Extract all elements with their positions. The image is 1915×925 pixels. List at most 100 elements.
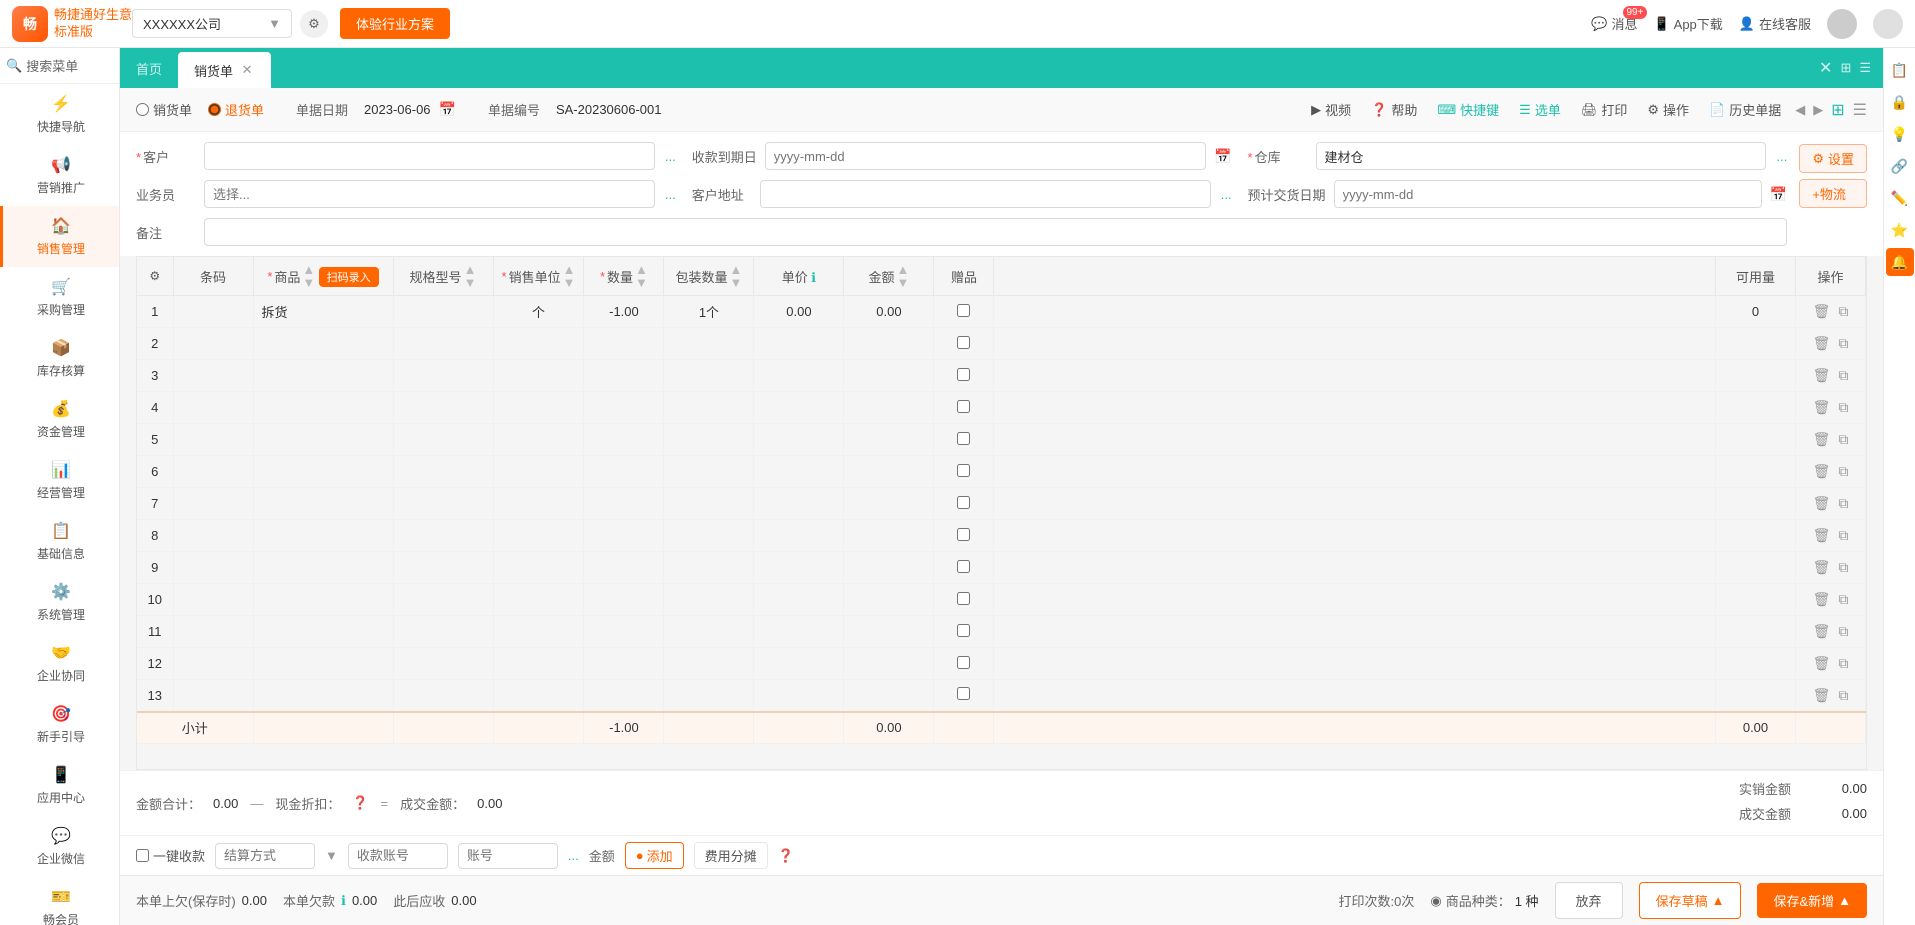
sidebar-item-marketing[interactable]: 📢 营销推广 bbox=[0, 145, 119, 206]
right-panel-link-icon[interactable]: 🔗 bbox=[1886, 152, 1914, 180]
sidebar-item-guide[interactable]: 🎯 新手引导 bbox=[0, 694, 119, 755]
delete-icon[interactable]: 🗑 bbox=[1813, 655, 1831, 672]
row-amount-10[interactable] bbox=[844, 584, 934, 616]
toolbar-select-btn[interactable]: ☰ 选单 bbox=[1513, 98, 1567, 121]
row-packqty-4[interactable] bbox=[664, 392, 754, 424]
row-packqty-2[interactable] bbox=[664, 328, 754, 360]
next-arrow-icon[interactable]: ▶ bbox=[1813, 102, 1823, 118]
warehouse-input[interactable] bbox=[1316, 142, 1767, 170]
address-dots-icon[interactable]: ... bbox=[1221, 187, 1232, 202]
radio-return-order[interactable]: 退货单 bbox=[208, 100, 264, 119]
row-amount-7[interactable] bbox=[844, 488, 934, 520]
tab-close-icon[interactable]: ✕ bbox=[239, 62, 255, 78]
app-download-button[interactable]: 📱 App下载 bbox=[1653, 14, 1722, 33]
copy-icon[interactable]: ⧉ bbox=[1838, 335, 1848, 352]
copy-icon[interactable]: ⧉ bbox=[1838, 431, 1848, 448]
row-gift-13[interactable] bbox=[934, 680, 994, 712]
row-amount-1[interactable]: 0.00 bbox=[844, 296, 934, 328]
row-product-4[interactable] bbox=[253, 392, 393, 424]
product-kind[interactable]: ◉ 商品种类： 1 种 bbox=[1430, 891, 1538, 910]
copy-icon[interactable]: ⧉ bbox=[1838, 687, 1848, 704]
toolbar-video-btn[interactable]: ▶ 视频 bbox=[1305, 98, 1357, 121]
row-product-5[interactable] bbox=[253, 424, 393, 456]
row-product-1[interactable]: 拆货 bbox=[253, 296, 393, 328]
row-packqty-10[interactable] bbox=[664, 584, 754, 616]
row-product-8[interactable] bbox=[253, 520, 393, 552]
sidebar-item-wechat[interactable]: 💬 企业微信 bbox=[0, 816, 119, 877]
row-unit-8[interactable] bbox=[493, 520, 584, 552]
row-qty-11[interactable] bbox=[584, 616, 664, 648]
online-service-button[interactable]: 👤 在线客服 bbox=[1739, 14, 1811, 33]
save-draft-button[interactable]: 保存草稿 ▲ bbox=[1639, 882, 1742, 919]
row-spec-5[interactable] bbox=[393, 424, 493, 456]
row-product-2[interactable] bbox=[253, 328, 393, 360]
row-price-13[interactable] bbox=[754, 680, 844, 712]
row-packqty-3[interactable] bbox=[664, 360, 754, 392]
row-spec-2[interactable] bbox=[393, 328, 493, 360]
row-gift-7[interactable] bbox=[934, 488, 994, 520]
row-gift-12[interactable] bbox=[934, 648, 994, 680]
row-product-9[interactable] bbox=[253, 552, 393, 584]
row-spec-10[interactable] bbox=[393, 584, 493, 616]
row-barcode-11[interactable] bbox=[173, 616, 253, 648]
right-panel-lock-icon[interactable]: 🔒 bbox=[1886, 88, 1914, 116]
abandon-button[interactable]: 放弃 bbox=[1555, 882, 1623, 919]
delete-icon[interactable]: 🗑 bbox=[1813, 367, 1831, 384]
row-amount-11[interactable] bbox=[844, 616, 934, 648]
one-click-payment-label[interactable]: 一键收款 bbox=[136, 846, 205, 865]
row-barcode-1[interactable] bbox=[173, 296, 253, 328]
salesperson-input[interactable] bbox=[204, 180, 655, 208]
delete-icon[interactable]: 🗑 bbox=[1813, 495, 1831, 512]
grid-view-icon[interactable]: ⊞ bbox=[1831, 100, 1844, 120]
delete-icon[interactable]: 🗑 bbox=[1813, 527, 1831, 544]
row-gift-3[interactable] bbox=[934, 360, 994, 392]
row-price-7[interactable] bbox=[754, 488, 844, 520]
row-product-12[interactable] bbox=[253, 648, 393, 680]
delete-icon[interactable]: 🗑 bbox=[1813, 687, 1831, 704]
copy-icon[interactable]: ⧉ bbox=[1838, 591, 1848, 608]
fee-help-icon[interactable]: ❓ bbox=[778, 848, 794, 864]
th-settings[interactable]: ⚙ bbox=[137, 257, 173, 296]
customer-address-input[interactable] bbox=[760, 180, 1211, 208]
sidebar-item-enterprise[interactable]: 🤝 企业协同 bbox=[0, 633, 119, 694]
row-packqty-12[interactable] bbox=[664, 648, 754, 680]
row-price-3[interactable] bbox=[754, 360, 844, 392]
row-amount-8[interactable] bbox=[844, 520, 934, 552]
tab-home[interactable]: 首页 bbox=[120, 48, 178, 88]
row-unit-6[interactable] bbox=[493, 456, 584, 488]
row-packqty-13[interactable] bbox=[664, 680, 754, 712]
row-amount-9[interactable] bbox=[844, 552, 934, 584]
row-product-10[interactable] bbox=[253, 584, 393, 616]
row-amount-4[interactable] bbox=[844, 392, 934, 424]
row-price-12[interactable] bbox=[754, 648, 844, 680]
settings-button[interactable]: ⚙ 设置 bbox=[1799, 144, 1867, 173]
row-price-8[interactable] bbox=[754, 520, 844, 552]
sidebar-item-basic[interactable]: 📋 基础信息 bbox=[0, 511, 119, 572]
row-amount-6[interactable] bbox=[844, 456, 934, 488]
row-product-6[interactable] bbox=[253, 456, 393, 488]
row-qty-12[interactable] bbox=[584, 648, 664, 680]
copy-icon[interactable]: ⧉ bbox=[1838, 303, 1848, 320]
row-qty-3[interactable] bbox=[584, 360, 664, 392]
row-price-4[interactable] bbox=[754, 392, 844, 424]
logistics-button[interactable]: +物流 bbox=[1799, 179, 1867, 208]
toolbar-shortcut-btn[interactable]: ⌨ 快捷键 bbox=[1431, 98, 1505, 121]
row-unit-3[interactable] bbox=[493, 360, 584, 392]
company-selector[interactable]: XXXXXX公司 ▼ bbox=[132, 9, 292, 38]
row-unit-4[interactable] bbox=[493, 392, 584, 424]
list-view-icon[interactable]: ☰ bbox=[1853, 100, 1867, 120]
account-dots-icon[interactable]: ... bbox=[568, 848, 579, 863]
row-gift-2[interactable] bbox=[934, 328, 994, 360]
sidebar-item-business[interactable]: 📊 经营管理 bbox=[0, 450, 119, 511]
row-barcode-4[interactable] bbox=[173, 392, 253, 424]
row-barcode-9[interactable] bbox=[173, 552, 253, 584]
settings-icon[interactable]: ⚙ bbox=[300, 10, 328, 38]
row-qty-8[interactable] bbox=[584, 520, 664, 552]
price-info-icon[interactable]: ℹ bbox=[811, 270, 816, 285]
row-qty-4[interactable] bbox=[584, 392, 664, 424]
copy-icon[interactable]: ⧉ bbox=[1838, 527, 1848, 544]
copy-icon[interactable]: ⧉ bbox=[1838, 399, 1848, 416]
right-panel-notes-icon[interactable]: 📋 bbox=[1886, 56, 1914, 84]
toolbar-help-btn[interactable]: ❓ 帮助 bbox=[1365, 98, 1423, 121]
row-unit-7[interactable] bbox=[493, 488, 584, 520]
